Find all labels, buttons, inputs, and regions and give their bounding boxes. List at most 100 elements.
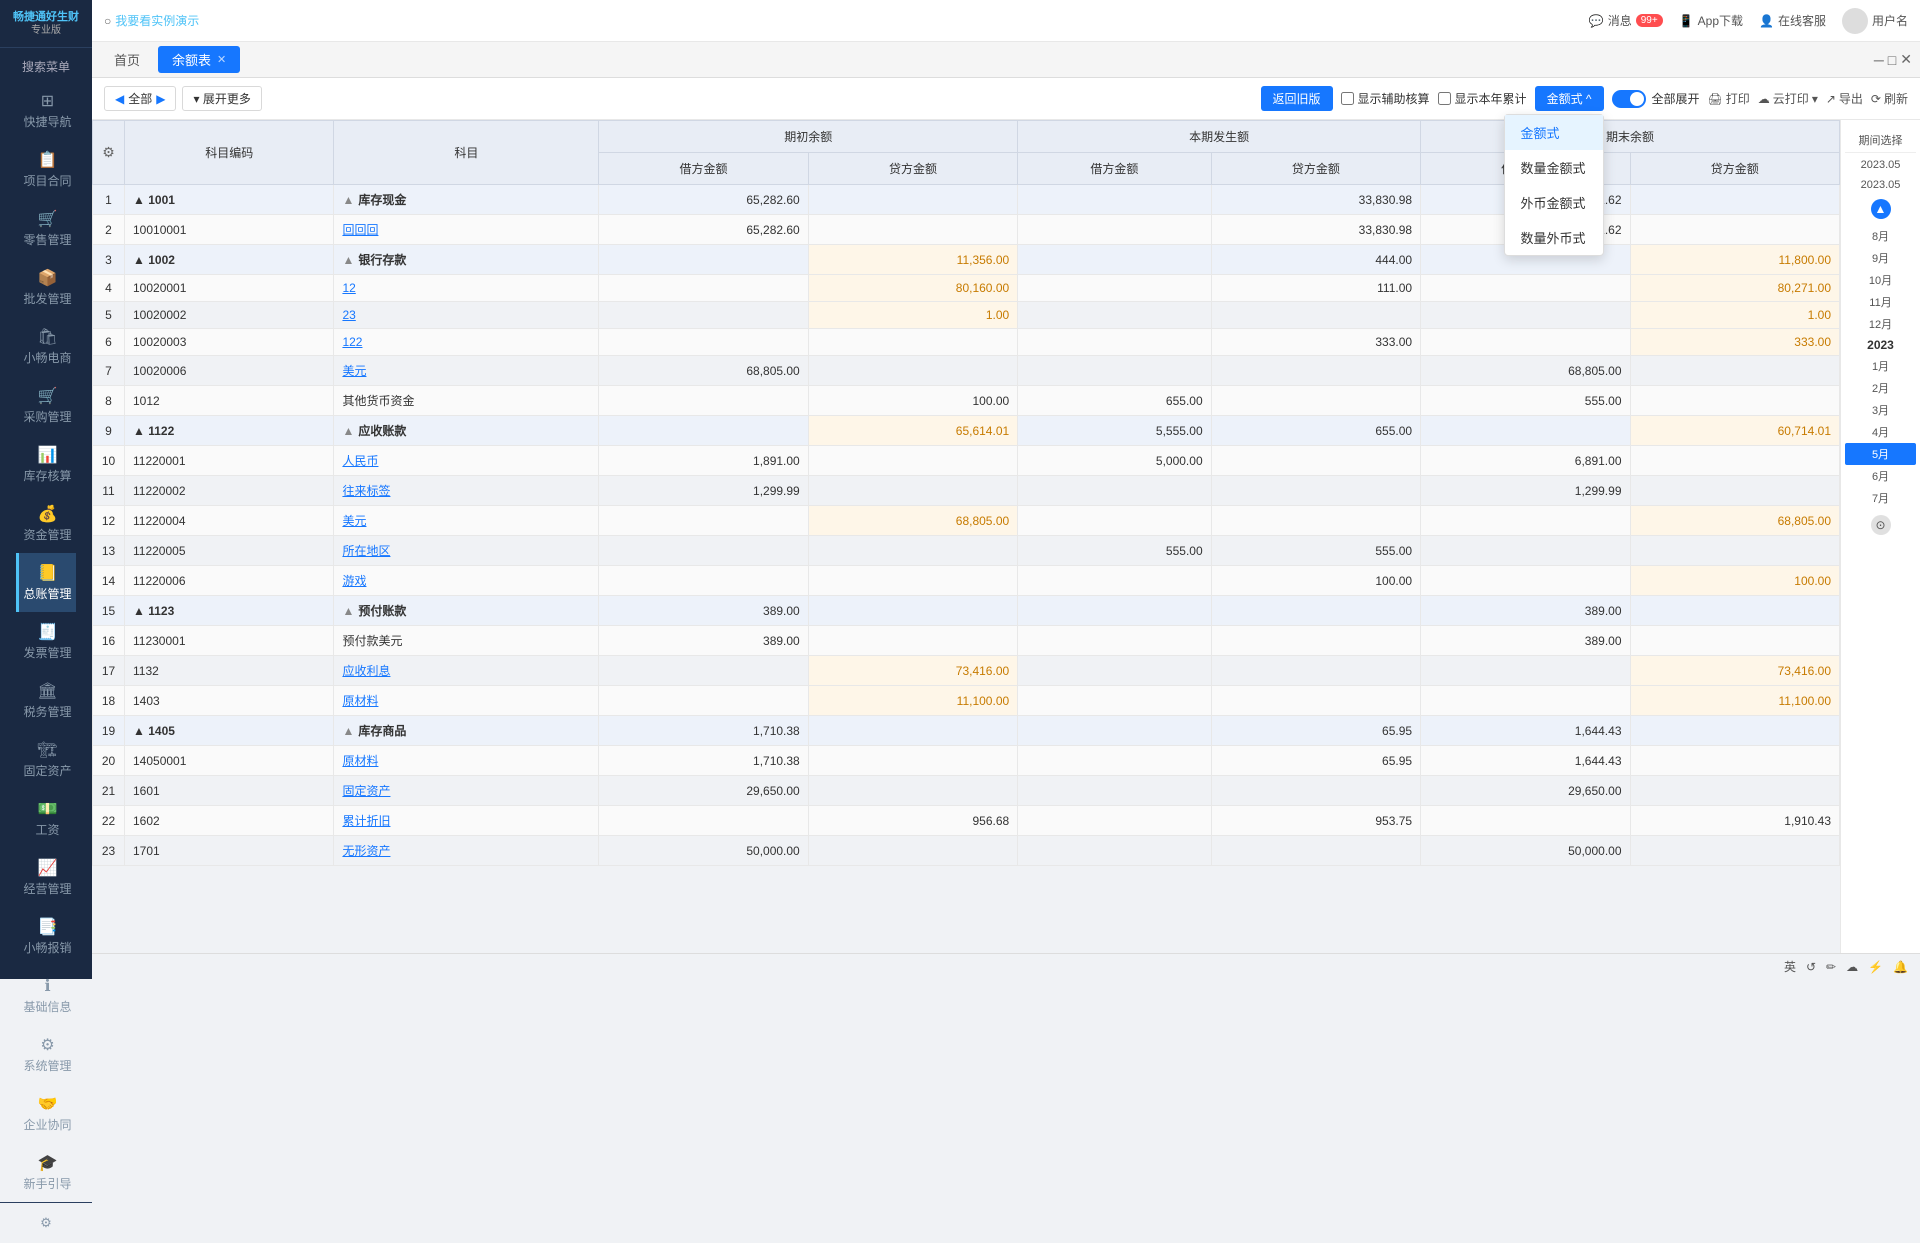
sidebar-item-tax[interactable]: 🏛税务管理 (16, 671, 75, 730)
row-period-credit: 953.75 (1211, 806, 1420, 836)
messages-btn[interactable]: 💬 消息 99+ (1589, 12, 1663, 29)
sync-bottom-btn[interactable]: ⚡ (1868, 960, 1883, 974)
sidebar-item-capital[interactable]: 💰资金管理 (16, 494, 75, 553)
sidebar-item-base-info[interactable]: ℹ基础信息 (16, 966, 75, 1025)
amount-style-btn[interactable]: 金额式 ^ (1535, 86, 1604, 111)
refresh-bottom-btn[interactable]: ↺ (1806, 960, 1816, 974)
tab-home[interactable]: 首页 (100, 46, 154, 73)
row-closing-debit (1421, 416, 1630, 446)
sidebar-item-assets[interactable]: 🏗固定资产 (16, 730, 75, 789)
row-opening-credit: 65,614.01 (808, 416, 1017, 446)
row-period-debit (1018, 329, 1211, 356)
sidebar-item-operations[interactable]: 📈经营管理 (16, 848, 75, 907)
close-btn[interactable]: ✕ (1900, 51, 1912, 68)
row-opening-credit: 80,160.00 (808, 275, 1017, 302)
row-closing-debit: 50,000.00 (1421, 836, 1630, 866)
show-assist-checkbox[interactable]: 显示辅助核算 (1341, 90, 1430, 107)
row-subject: ▲预付账款 (334, 596, 599, 626)
dropdown-item-foreign-amount[interactable]: 外币金额式 (1505, 185, 1603, 220)
row-no: 22 (93, 806, 125, 836)
sidebar-item-purchase[interactable]: 🛒采购管理 (16, 376, 75, 435)
minimize-btn[interactable]: ─ (1874, 52, 1884, 68)
period-up-btn[interactable]: ▲ (1871, 199, 1891, 219)
all-filter-btn[interactable]: ◀ 全部 ▶ (104, 86, 176, 111)
sidebar-item-small-sales[interactable]: 📑小畅报销 (16, 907, 75, 966)
sidebar-item-system[interactable]: ⚙系统管理 (16, 1025, 75, 1084)
online-service-btn[interactable]: 👤 在线客服 (1759, 12, 1826, 29)
lang-btn[interactable]: 英 (1784, 958, 1796, 975)
sidebar-item-retail[interactable]: 🛒零售管理 (16, 199, 75, 258)
month-item-12月[interactable]: 12月 (1845, 313, 1916, 335)
sidebar-item-wholesale[interactable]: 📦批发管理 (16, 258, 75, 317)
table-row: 19 ▲ 1405 ▲库存商品 1,710.38 65.95 1,644.43 (93, 716, 1840, 746)
sidebar-item-guide[interactable]: 🎓新手引导 (16, 1143, 75, 1202)
maximize-btn[interactable]: □ (1888, 52, 1896, 68)
row-no: 20 (93, 746, 125, 776)
edit-bottom-btn[interactable]: ✏ (1826, 960, 1836, 974)
month-item-5月[interactable]: 5月 (1845, 443, 1916, 465)
row-closing-credit (1630, 446, 1840, 476)
month-item-8月[interactable]: 8月 (1845, 225, 1916, 247)
sidebar-item-quick-nav[interactable]: ⊞快捷导航 (16, 81, 75, 140)
tab-close-icon[interactable]: ✕ (217, 53, 226, 66)
row-period-credit: 555.00 (1211, 536, 1420, 566)
print-btn[interactable]: 🖨打印 (1708, 90, 1750, 107)
row-closing-credit (1630, 476, 1840, 506)
cloud-bottom-btn[interactable]: ☁ (1846, 960, 1858, 974)
expand-toggle[interactable] (1612, 90, 1646, 108)
table-row: 18 1403 原材料 11,100.00 11,100.00 (93, 686, 1840, 716)
dropdown-item-qty-amount[interactable]: 数量金额式 (1505, 150, 1603, 185)
row-period-credit: 655.00 (1211, 416, 1420, 446)
search-menu[interactable]: 搜索菜单 (0, 48, 92, 81)
app-download-btn[interactable]: 📱 App下载 (1679, 12, 1743, 29)
month-item-7月[interactable]: 7月 (1845, 487, 1916, 509)
row-subject: 固定资产 (334, 776, 599, 806)
demo-link[interactable]: ○ App下载 我要看实例演示 (104, 12, 199, 29)
month-item-4月[interactable]: 4月 (1845, 421, 1916, 443)
month-item-2023[interactable]: 2023 (1845, 335, 1916, 355)
row-closing-credit: 60,714.01 (1630, 416, 1840, 446)
user-avatar[interactable]: 用户名 (1842, 8, 1908, 34)
inventory-icon: 📊 (23, 445, 71, 465)
assets-icon: 🏗 (23, 740, 71, 760)
tab-balance[interactable]: 余额表 ✕ (158, 46, 240, 73)
ecommerce-icon: 🛍 (23, 327, 71, 347)
col-settings[interactable]: ⚙ (93, 121, 125, 185)
row-closing-debit: 389.00 (1421, 626, 1630, 656)
settings-icon[interactable]: ⚙ (102, 144, 115, 160)
sidebar-item-payroll[interactable]: 💵工资 (16, 789, 75, 848)
row-opening-debit: 1,891.00 (599, 446, 808, 476)
month-item-6月[interactable]: 6月 (1845, 465, 1916, 487)
sidebar-item-cooperation[interactable]: 🤝企业协同 (16, 1084, 75, 1143)
dropdown-item-amount[interactable]: 金额式 (1505, 115, 1603, 150)
sidebar-item-invoice[interactable]: 🧾发票管理 (16, 612, 75, 671)
sidebar-item-ecommerce[interactable]: 🛍小畅电商 (16, 317, 75, 376)
expand-all-switch[interactable]: 全部展开 (1612, 90, 1700, 108)
expand-more-btn[interactable]: ▾ 展开更多 (182, 86, 261, 111)
assist-checkbox-input[interactable] (1341, 92, 1354, 105)
month-item-9月[interactable]: 9月 (1845, 247, 1916, 269)
annual-checkbox-input[interactable] (1438, 92, 1451, 105)
sidebar-item-inventory[interactable]: 📊库存核算 (16, 435, 75, 494)
refresh-btn[interactable]: ⟳刷新 (1871, 90, 1908, 107)
app-logo: 畅捷通好生财 专业版 (0, 0, 92, 48)
cloud-print-btn[interactable]: ☁云打印▾ (1758, 90, 1818, 107)
month-item-2月[interactable]: 2月 (1845, 377, 1916, 399)
row-period-credit (1211, 596, 1420, 626)
export-btn[interactable]: ↗导出 (1826, 90, 1863, 107)
month-item-3月[interactable]: 3月 (1845, 399, 1916, 421)
sidebar-item-project-contract[interactable]: 📋项目合同 (16, 140, 75, 199)
sidebar-item-ledger[interactable]: 📒总账管理 (16, 553, 75, 612)
notice-bottom-btn[interactable]: 🔔 (1893, 960, 1908, 974)
show-annual-checkbox[interactable]: 显示本年累计 (1438, 90, 1527, 107)
return-old-btn[interactable]: 返回旧版 (1261, 86, 1333, 111)
month-item-1月[interactable]: 1月 (1845, 355, 1916, 377)
sidebar-settings[interactable]: ⚙ (0, 1202, 92, 1243)
row-period-credit (1211, 656, 1420, 686)
month-item-11月[interactable]: 11月 (1845, 291, 1916, 313)
month-item-10月[interactable]: 10月 (1845, 269, 1916, 291)
row-opening-credit (808, 185, 1017, 215)
dropdown-item-qty-foreign[interactable]: 数量外币式 (1505, 220, 1603, 255)
row-subject: 23 (334, 302, 599, 329)
period-down-btn[interactable]: ⊙ (1871, 515, 1891, 535)
